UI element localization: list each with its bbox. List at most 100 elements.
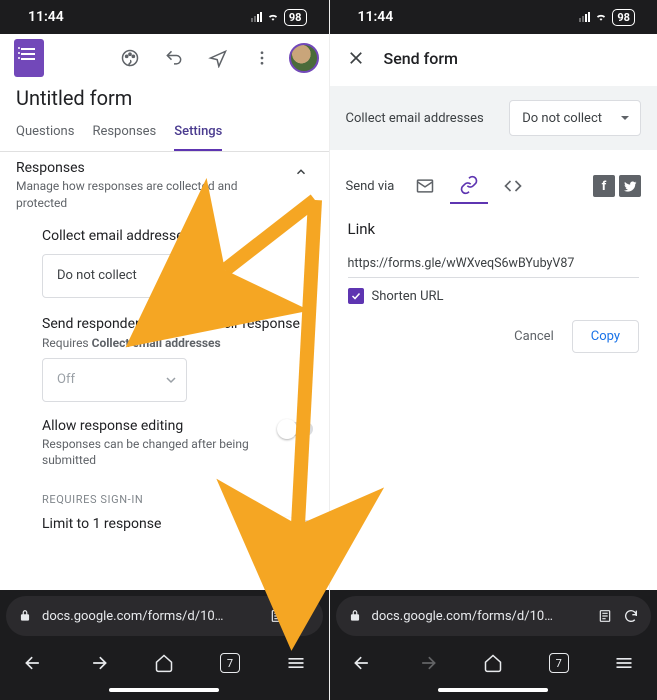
url-text: docs.google.com/forms/d/10… (42, 609, 259, 624)
copy-button[interactable]: Copy (572, 320, 639, 353)
browser-nav: 7 (330, 640, 657, 686)
home-indicator (0, 686, 329, 700)
facebook-icon[interactable]: f (593, 175, 615, 197)
reload-icon[interactable] (623, 608, 639, 624)
forward-icon (418, 653, 438, 673)
signal-icon (251, 12, 262, 22)
home-icon[interactable] (154, 653, 174, 673)
limit-response-title: Limit to 1 response (42, 516, 271, 532)
via-embed-icon[interactable] (494, 168, 532, 204)
tab-responses[interactable]: Responses (92, 118, 156, 151)
dialog-actions: Cancel Copy (330, 304, 657, 369)
collect-email-select[interactable]: Do not collect (509, 100, 641, 136)
url-text: docs.google.com/forms/d/10… (372, 609, 588, 624)
shorten-row[interactable]: Shorten URL (348, 288, 640, 304)
reload-icon[interactable] (295, 608, 311, 624)
signal-icon (579, 12, 590, 22)
cancel-button[interactable]: Cancel (504, 321, 564, 352)
twitter-icon[interactable] (619, 175, 641, 197)
back-icon[interactable] (23, 653, 43, 673)
collect-email-value: Do not collect (57, 268, 137, 283)
modal-title: Send form (384, 49, 458, 68)
chevron-down-icon (166, 271, 176, 281)
send-icon[interactable] (199, 39, 237, 77)
tab-count[interactable]: 7 (549, 653, 569, 673)
send-via-row: Send via f (330, 150, 657, 204)
status-indicators: 98 (251, 9, 307, 26)
battery-indicator: 98 (612, 9, 635, 26)
collect-email-setting: Collect email addresses Do not collect (0, 216, 329, 304)
browser-chrome: docs.google.com/forms/d/10… 7 (330, 590, 657, 700)
undo-icon[interactable] (155, 39, 193, 77)
settings-content: Responses Manage how responses are colle… (0, 152, 329, 590)
url-bar[interactable]: docs.google.com/forms/d/10… (336, 596, 652, 636)
status-time: 11:44 (358, 9, 394, 25)
status-bar: 11:44 98 (330, 0, 657, 34)
tabs: Questions Responses Settings (0, 118, 329, 152)
tab-count[interactable]: 7 (220, 653, 240, 673)
menu-icon[interactable] (614, 653, 634, 673)
browser-nav: 7 (0, 640, 329, 686)
send-copy-requirement: Requires Collect email addresses (42, 336, 309, 350)
link-panel: Link https://forms.gle/wWXveqS6wBYubyV87… (330, 204, 657, 304)
status-indicators: 98 (579, 9, 635, 26)
palette-icon[interactable] (111, 39, 149, 77)
status-bar: 11:44 98 (0, 0, 329, 34)
allow-edit-title: Allow response editing (42, 418, 271, 434)
menu-icon[interactable] (286, 653, 306, 673)
allow-edit-sub: Responses can be changed after being sub… (42, 436, 271, 470)
url-bar[interactable]: docs.google.com/forms/d/10… (6, 596, 323, 636)
reader-icon[interactable] (269, 608, 285, 624)
limit-response-toggle[interactable] (279, 520, 313, 534)
close-icon[interactable] (344, 46, 368, 70)
signin-group-label: Requires sign-in (0, 475, 329, 506)
collect-email-label: Collect email addresses (346, 111, 500, 126)
avatar[interactable] (289, 43, 319, 73)
status-time: 11:44 (28, 9, 64, 25)
send-copy-select[interactable]: Off (42, 358, 187, 402)
lock-icon (348, 609, 362, 623)
collect-email-label: Collect email addresses (42, 228, 309, 244)
tab-questions[interactable]: Questions (16, 118, 74, 151)
browser-chrome: docs.google.com/forms/d/10… 7 (0, 590, 329, 700)
section-subtitle: Manage how responses are collected and p… (16, 178, 289, 212)
send-copy-label: Send responders a copy of their response (42, 316, 309, 332)
social-share: f (593, 175, 641, 197)
modal-header: Send form (330, 34, 657, 82)
reader-icon[interactable] (597, 608, 613, 624)
via-email-icon[interactable] (406, 168, 444, 204)
back-icon[interactable] (352, 653, 372, 673)
collect-email-bar: Collect email addresses Do not collect (330, 86, 657, 150)
send-copy-value: Off (57, 372, 75, 387)
section-title: Responses (16, 160, 289, 176)
battery-indicator: 98 (284, 9, 307, 26)
allow-edit-toggle[interactable] (279, 422, 313, 436)
phone-right: 11:44 98 Send form Collect email address… (329, 0, 657, 700)
send-copy-setting: Send responders a copy of their response… (0, 304, 329, 408)
shorten-label: Shorten URL (372, 289, 444, 304)
chevron-down-icon (620, 113, 630, 123)
page-title-row: Untitled form (0, 82, 329, 118)
form-title[interactable]: Untitled form (16, 86, 313, 110)
wifi-icon (594, 10, 608, 24)
collect-email-select[interactable]: Do not collect (42, 254, 187, 298)
more-icon[interactable] (243, 39, 281, 77)
link-heading: Link (348, 220, 640, 238)
responses-section-head[interactable]: Responses Manage how responses are colle… (0, 152, 329, 216)
via-link-icon[interactable] (450, 168, 488, 204)
forward-icon[interactable] (89, 653, 109, 673)
chevron-up-icon (289, 160, 313, 184)
phone-left: 11:44 98 Untitled form Questions Respons… (0, 0, 329, 700)
forms-logo-icon[interactable] (14, 39, 44, 77)
home-indicator (330, 686, 657, 700)
send-via-label: Send via (346, 179, 395, 194)
home-icon[interactable] (483, 653, 503, 673)
collect-email-value: Do not collect (522, 111, 602, 126)
tab-settings[interactable]: Settings (174, 118, 222, 151)
shorten-checkbox[interactable] (348, 288, 364, 304)
wifi-icon (266, 10, 280, 24)
allow-edit-setting: Allow response editing Responses can be … (0, 408, 329, 476)
lock-icon (18, 609, 32, 623)
link-url[interactable]: https://forms.gle/wWXveqS6wBYubyV87 (348, 256, 640, 278)
limit-response-setting: Limit to 1 response (0, 506, 329, 540)
